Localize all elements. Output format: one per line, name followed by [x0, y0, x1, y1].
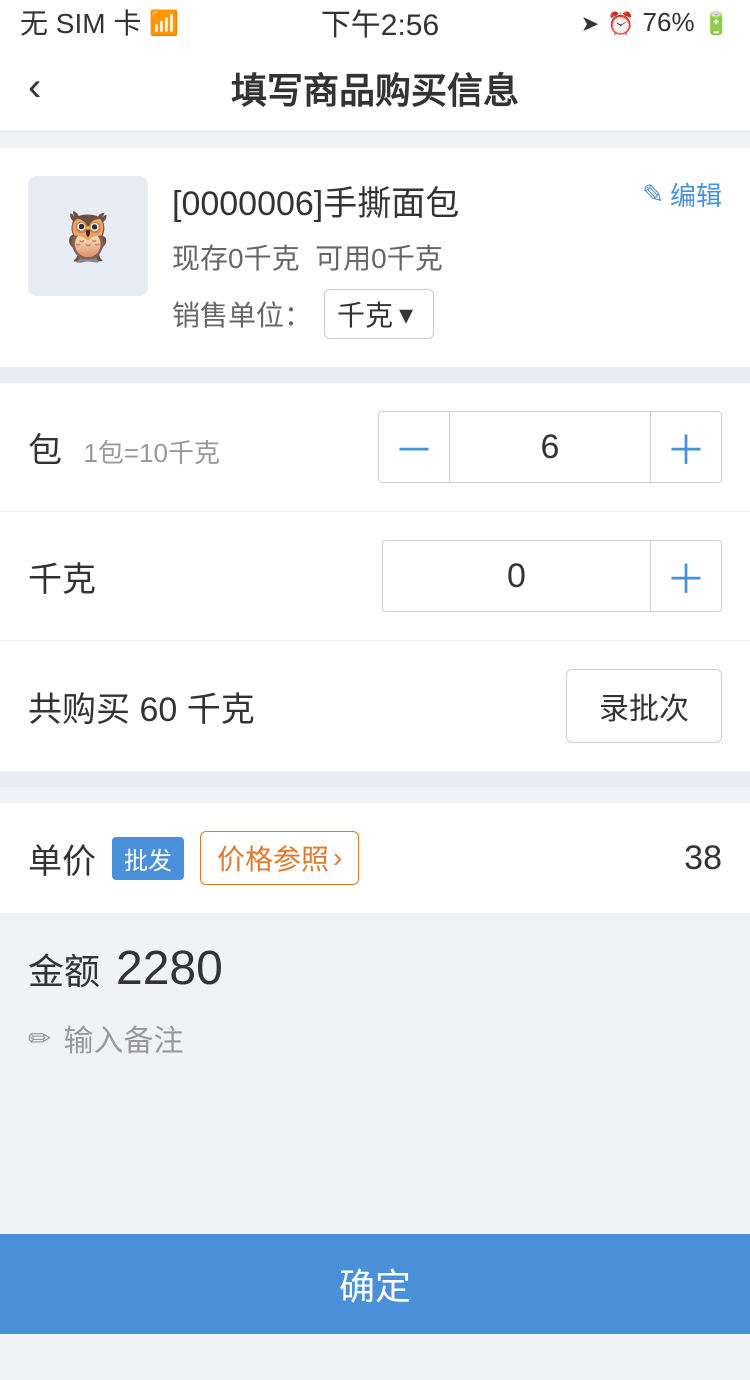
product-name: [0000006]手撕面包 [172, 176, 722, 225]
total-row: 共购买 60 千克 录批次 [0, 641, 750, 771]
price-section: 单价 批发 价格参照 › 38 [0, 803, 750, 913]
kg-quantity-control: ＋ [382, 540, 722, 612]
price-ref-button[interactable]: 价格参照 › [200, 831, 359, 885]
edit-button[interactable]: ✎ 编辑 [642, 176, 722, 213]
kg-row: 千克 ＋ [0, 512, 750, 641]
kg-quantity-input[interactable] [382, 540, 650, 612]
remark-row[interactable]: ✏ 输入备注 [28, 1016, 722, 1080]
total-text: 共购买 60 千克 [28, 682, 255, 731]
divider-1 [0, 367, 750, 383]
alarm-icon [607, 7, 634, 38]
package-row: 包 1包=10千克 － ＋ [0, 383, 750, 512]
package-plus-button[interactable]: ＋ [650, 411, 722, 483]
amount-label: 金额 [28, 943, 100, 995]
divider-2 [0, 771, 750, 787]
product-card: 🦉 [0000006]手撕面包 现存0千克 可用0千克 销售单位： 千克 ▾ ✎… [0, 148, 750, 367]
edit-icon: ✎ [642, 179, 664, 210]
remark-placeholder: 输入备注 [63, 1016, 183, 1060]
status-right: 76% [581, 7, 730, 38]
wifi-icon [149, 6, 179, 38]
battery-percent: 76% [643, 7, 695, 38]
back-button[interactable]: ‹ [28, 65, 41, 110]
price-left: 单价 批发 价格参照 › [28, 831, 359, 885]
sim-label: 无 SIM 卡 [20, 2, 141, 42]
nav-bar: ‹ 填写商品购买信息 [0, 44, 750, 132]
location-icon [581, 7, 599, 38]
price-badge: 批发 [112, 837, 184, 880]
amount-section: 金额 2280 ✏ 输入备注 [0, 913, 750, 1080]
confirm-button[interactable]: 确定 [0, 1234, 750, 1334]
kg-plus-button[interactable]: ＋ [650, 540, 722, 612]
status-time: 下午2:56 [321, 0, 439, 44]
batch-button[interactable]: 录批次 [566, 669, 722, 743]
package-label: 包 1包=10千克 [28, 423, 378, 472]
product-unit: 销售单位： 千克 ▾ [172, 289, 722, 339]
product-info: [0000006]手撕面包 现存0千克 可用0千克 销售单位： 千克 ▾ [172, 176, 722, 339]
page-title: 填写商品购买信息 [231, 62, 519, 114]
pencil-icon: ✏ [28, 1022, 51, 1055]
kg-label: 千克 [28, 552, 382, 601]
price-value: 38 [684, 839, 722, 878]
package-minus-button[interactable]: － [378, 411, 450, 483]
bottom-area [0, 1080, 750, 1380]
amount-row: 金额 2280 [28, 941, 722, 996]
product-stock: 现存0千克 可用0千克 [172, 237, 722, 277]
product-image: 🦉 [28, 176, 148, 296]
chevron-down-icon: ▾ [399, 298, 413, 331]
arrow-icon: › [333, 842, 342, 874]
product-logo: 🦉 [58, 208, 118, 265]
package-quantity-input[interactable] [450, 411, 650, 483]
price-label: 单价 [28, 834, 96, 883]
amount-value: 2280 [116, 941, 223, 996]
battery-icon [703, 7, 730, 38]
package-hint: 1包=10千克 [83, 438, 220, 468]
package-quantity-control: － ＋ [378, 411, 722, 483]
status-left: 无 SIM 卡 [20, 2, 179, 42]
input-section: 包 1包=10千克 － ＋ 千克 ＋ [0, 383, 750, 641]
status-bar: 无 SIM 卡 下午2:56 76% [0, 0, 750, 44]
unit-select[interactable]: 千克 ▾ [324, 289, 434, 339]
